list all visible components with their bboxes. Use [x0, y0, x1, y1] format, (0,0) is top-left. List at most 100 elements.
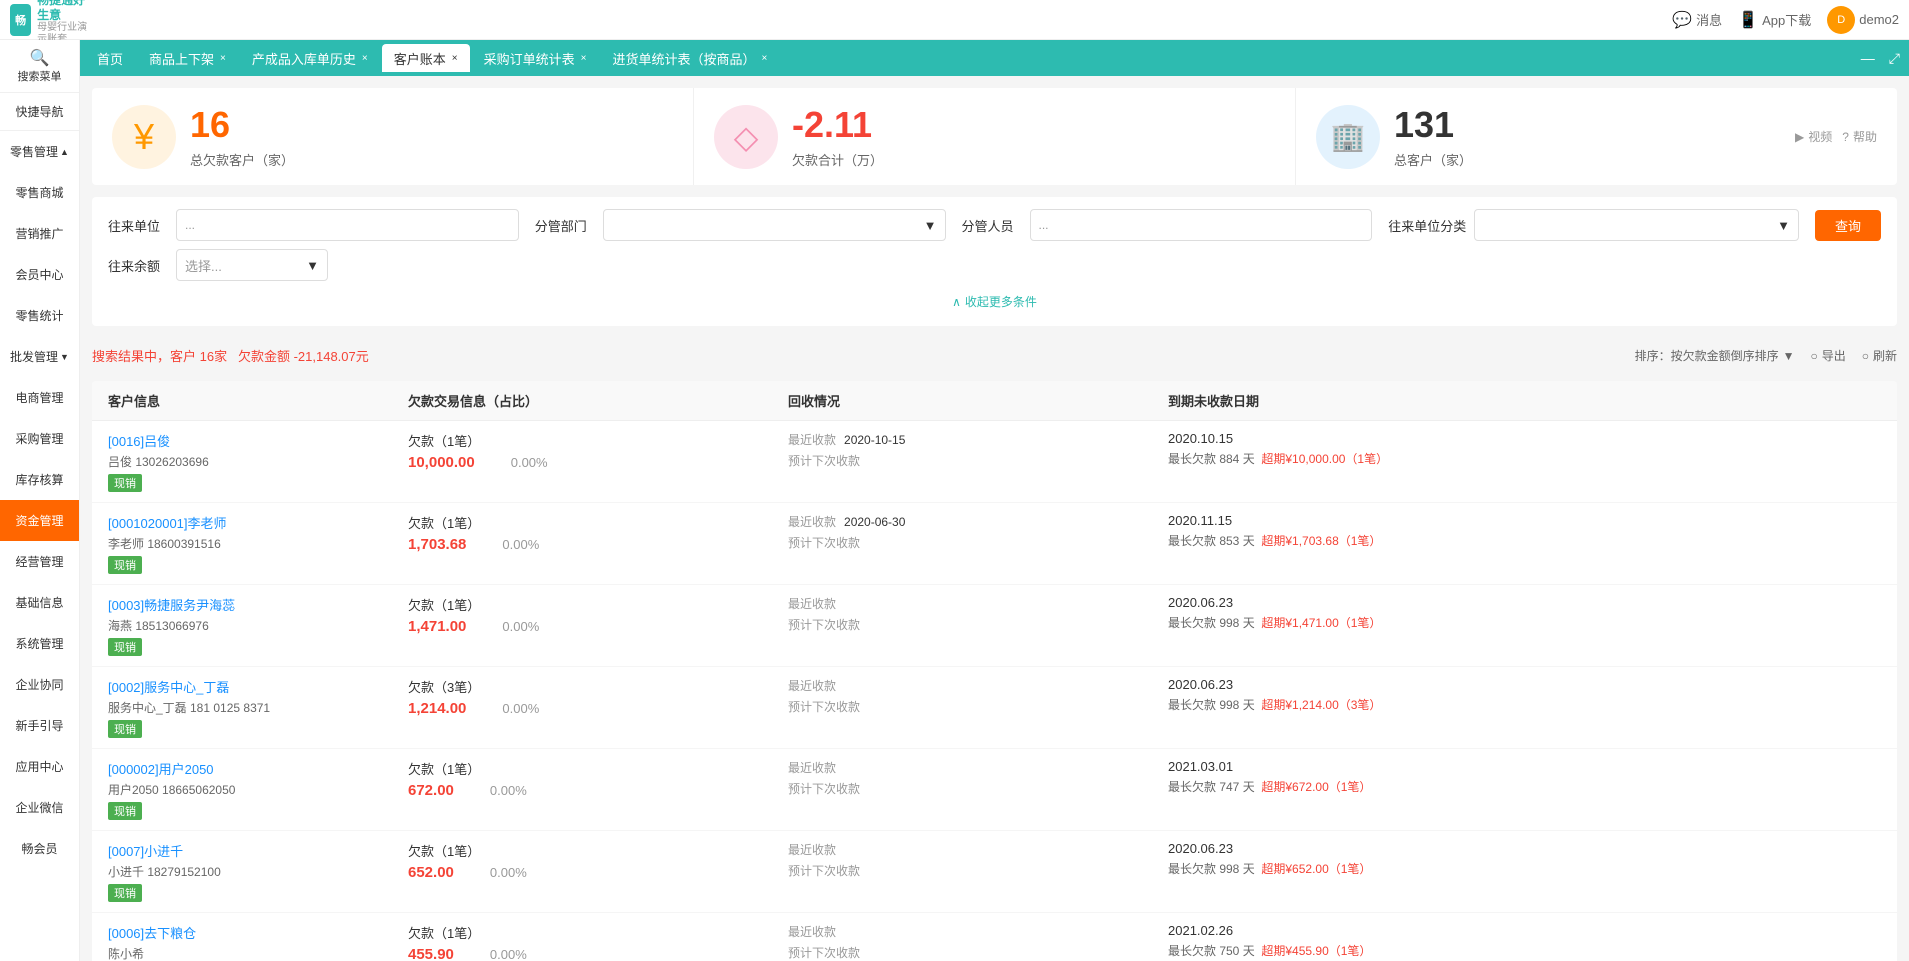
col-header-debt: 欠款交易信息（占比） [408, 391, 788, 410]
message-button[interactable]: 💬 消息 [1672, 10, 1722, 30]
refresh-button[interactable]: ○ 刷新 [1862, 347, 1897, 364]
filter-manager-label: 分管人员 [962, 216, 1022, 235]
help-label: 帮助 [1853, 128, 1877, 145]
debt-amount[interactable]: 672.00 [408, 782, 454, 799]
filter-source-unit: 往来单位 ... [108, 209, 519, 241]
manager-input[interactable]: ... [1030, 209, 1373, 241]
overdue-days: 最长欠款 884 天 超期¥10,000.00（1笔） [1168, 450, 1881, 467]
close-icon[interactable]: × [220, 53, 226, 64]
sidebar-search[interactable]: 🔍 搜索菜单 [0, 40, 79, 93]
customer-contact: 陈小希 [108, 945, 408, 961]
sidebar-item-purchase-mgmt[interactable]: 采购管理 [0, 418, 79, 459]
overdue-days: 最长欠款 747 天 超期¥672.00（1笔） [1168, 778, 1881, 795]
sidebar-item-batch-mgmt[interactable]: 批发管理 ▼ [0, 336, 79, 377]
help-button[interactable]: ? 帮助 [1842, 128, 1877, 145]
sidebar-item-ecom-mgmt[interactable]: 电商管理 [0, 377, 79, 418]
overdue-amount-link[interactable]: 超期¥455.90（1笔） [1261, 944, 1371, 958]
tab-maximize-button[interactable]: ⤢ [1885, 48, 1904, 69]
customer-tag: 现销 [108, 638, 142, 656]
tab-purchase-detail[interactable]: 进货单统计表（按商品） × [600, 44, 779, 72]
debt-customers-icon-container: ¥ [112, 105, 176, 169]
sidebar-item-retail-stats[interactable]: 零售统计 [0, 295, 79, 336]
debt-count: 欠款（1笔） [408, 431, 480, 450]
customer-name-link[interactable]: [0007]小进千 [108, 841, 408, 860]
customer-name-link[interactable]: [0006]去下粮仓 [108, 923, 408, 942]
debt-amount[interactable]: 1,703.68 [408, 536, 466, 553]
app-download-button[interactable]: 📱 App下载 [1738, 10, 1811, 30]
tab-minimize-button[interactable]: — [1857, 48, 1879, 69]
sidebar-item-app-center[interactable]: 应用中心 [0, 746, 79, 787]
sidebar-item-sys-mgmt[interactable]: 系统管理 [0, 623, 79, 664]
export-label: 导出 [1822, 347, 1846, 364]
app-download-label: App下载 [1762, 10, 1811, 29]
customer-name-link[interactable]: [0001020001]李老师 [108, 513, 408, 532]
recovery-label: 最近收款 [788, 677, 836, 694]
debt-amount[interactable]: 455.90 [408, 946, 454, 961]
tab-customer-account[interactable]: 客户账本 × [382, 44, 470, 72]
sidebar-item-marketing[interactable]: 营销推广 [0, 213, 79, 254]
export-button[interactable]: ○ 导出 [1810, 347, 1845, 364]
overdue-date: 2020.06.23 [1168, 677, 1881, 692]
sidebar-item-stock-check[interactable]: 库存核算 [0, 459, 79, 500]
sidebar-item-corp-collab[interactable]: 企业协同 [0, 664, 79, 705]
recovery-label: 最近收款 [788, 923, 836, 940]
sidebar-item-member[interactable]: 会员中心 [0, 254, 79, 295]
sidebar-item-basic-info[interactable]: 基础信息 [0, 582, 79, 623]
message-label: 消息 [1696, 10, 1722, 29]
search-button[interactable]: 查询 [1815, 210, 1881, 241]
debt-amount[interactable]: 1,214.00 [408, 700, 466, 717]
table-row: [0016]吕俊 吕俊 13026203696 现销 欠款（1笔） 10,000… [92, 421, 1897, 503]
overdue-amount-link[interactable]: 超期¥1,214.00（3笔） [1261, 698, 1381, 712]
customer-name-link[interactable]: [0002]服务中心_丁磊 [108, 677, 408, 696]
recovery-next: 预计下次收款 [788, 862, 1168, 879]
tab-purchase-stats[interactable]: 采购订单统计表 × [472, 44, 599, 72]
customer-name-link[interactable]: [0016]吕俊 [108, 431, 408, 450]
filter-balance: 往来余额 选择... ▼ [108, 249, 328, 281]
sidebar-item-label: 营销推广 [15, 227, 63, 241]
filter-manager: 分管人员 ... [962, 209, 1373, 241]
debt-percent: 0.00% [490, 947, 527, 961]
customer-name-link[interactable]: [0003]畅捷服务尹海蕊 [108, 595, 408, 614]
debt-amount[interactable]: 652.00 [408, 864, 454, 881]
tab-product-shelf[interactable]: 商品上下架 × [137, 44, 238, 72]
overdue-days: 最长欠款 853 天 超期¥1,703.68（1笔） [1168, 532, 1881, 549]
overdue-amount-link[interactable]: 超期¥652.00（1笔） [1261, 862, 1371, 876]
stat-debt-amount: ◇ -2.11 欠款合计（万） [694, 88, 1296, 185]
balance-select[interactable]: 选择... ▼ [176, 249, 328, 281]
tab-product-history[interactable]: 产成品入库单历史 × [240, 44, 380, 72]
sidebar-item-quick-nav[interactable]: 快捷导航 [0, 93, 79, 131]
sidebar-item-capital-mgmt[interactable]: 资金管理 [0, 500, 79, 541]
debt-amount[interactable]: 10,000.00 [408, 454, 475, 471]
sidebar-item-vip[interactable]: 畅会员 [0, 828, 79, 869]
recovery-next: 预计下次收款 [788, 616, 1168, 633]
sidebar-item-retail-mgmt[interactable]: 零售管理 ▲ [0, 131, 79, 172]
customer-name-link[interactable]: [000002]用户2050 [108, 759, 408, 778]
user-profile-button[interactable]: D demo2 [1827, 6, 1899, 34]
overdue-amount-link[interactable]: 超期¥672.00（1笔） [1261, 780, 1371, 794]
tab-home[interactable]: 首页 [85, 44, 135, 72]
sidebar-item-label: 零售商城 [15, 186, 63, 200]
results-actions: 排序：按欠款金额倒序排序 ▼ ○ 导出 ○ 刷新 [1635, 347, 1897, 364]
sidebar-item-retail-mall[interactable]: 零售商城 [0, 172, 79, 213]
sidebar-item-corp-wx[interactable]: 企业微信 [0, 787, 79, 828]
stat-total-customers: 🏢 131 总客户（家） ▶ 视频 ? [1296, 88, 1897, 185]
overdue-amount-link[interactable]: 超期¥1,471.00（1笔） [1261, 616, 1381, 630]
close-icon[interactable]: × [581, 53, 587, 64]
sort-select[interactable]: 排序：按欠款金额倒序排序 ▼ [1635, 347, 1795, 364]
sidebar-item-ops-mgmt[interactable]: 经营管理 [0, 541, 79, 582]
source-unit-input[interactable]: ... [176, 209, 519, 241]
customer-tag: 现销 [108, 802, 142, 820]
dept-select[interactable]: ▼ [603, 209, 946, 241]
overdue-amount-link[interactable]: 超期¥10,000.00（1笔） [1261, 452, 1388, 466]
debt-amount[interactable]: 1,471.00 [408, 618, 466, 635]
close-icon[interactable]: × [362, 53, 368, 64]
overdue-date: 2020.11.15 [1168, 513, 1881, 528]
view-video-button[interactable]: ▶ 视频 [1795, 128, 1832, 145]
unit-category-select[interactable]: ▼ [1474, 209, 1799, 241]
sidebar-item-new-guide[interactable]: 新手引导 [0, 705, 79, 746]
close-icon[interactable]: × [761, 53, 767, 64]
collapse-button[interactable]: ∧ 收起更多条件 [108, 289, 1881, 314]
manager-placeholder: ... [1039, 218, 1049, 232]
close-icon[interactable]: × [452, 53, 458, 64]
overdue-amount-link[interactable]: 超期¥1,703.68（1笔） [1261, 534, 1381, 548]
